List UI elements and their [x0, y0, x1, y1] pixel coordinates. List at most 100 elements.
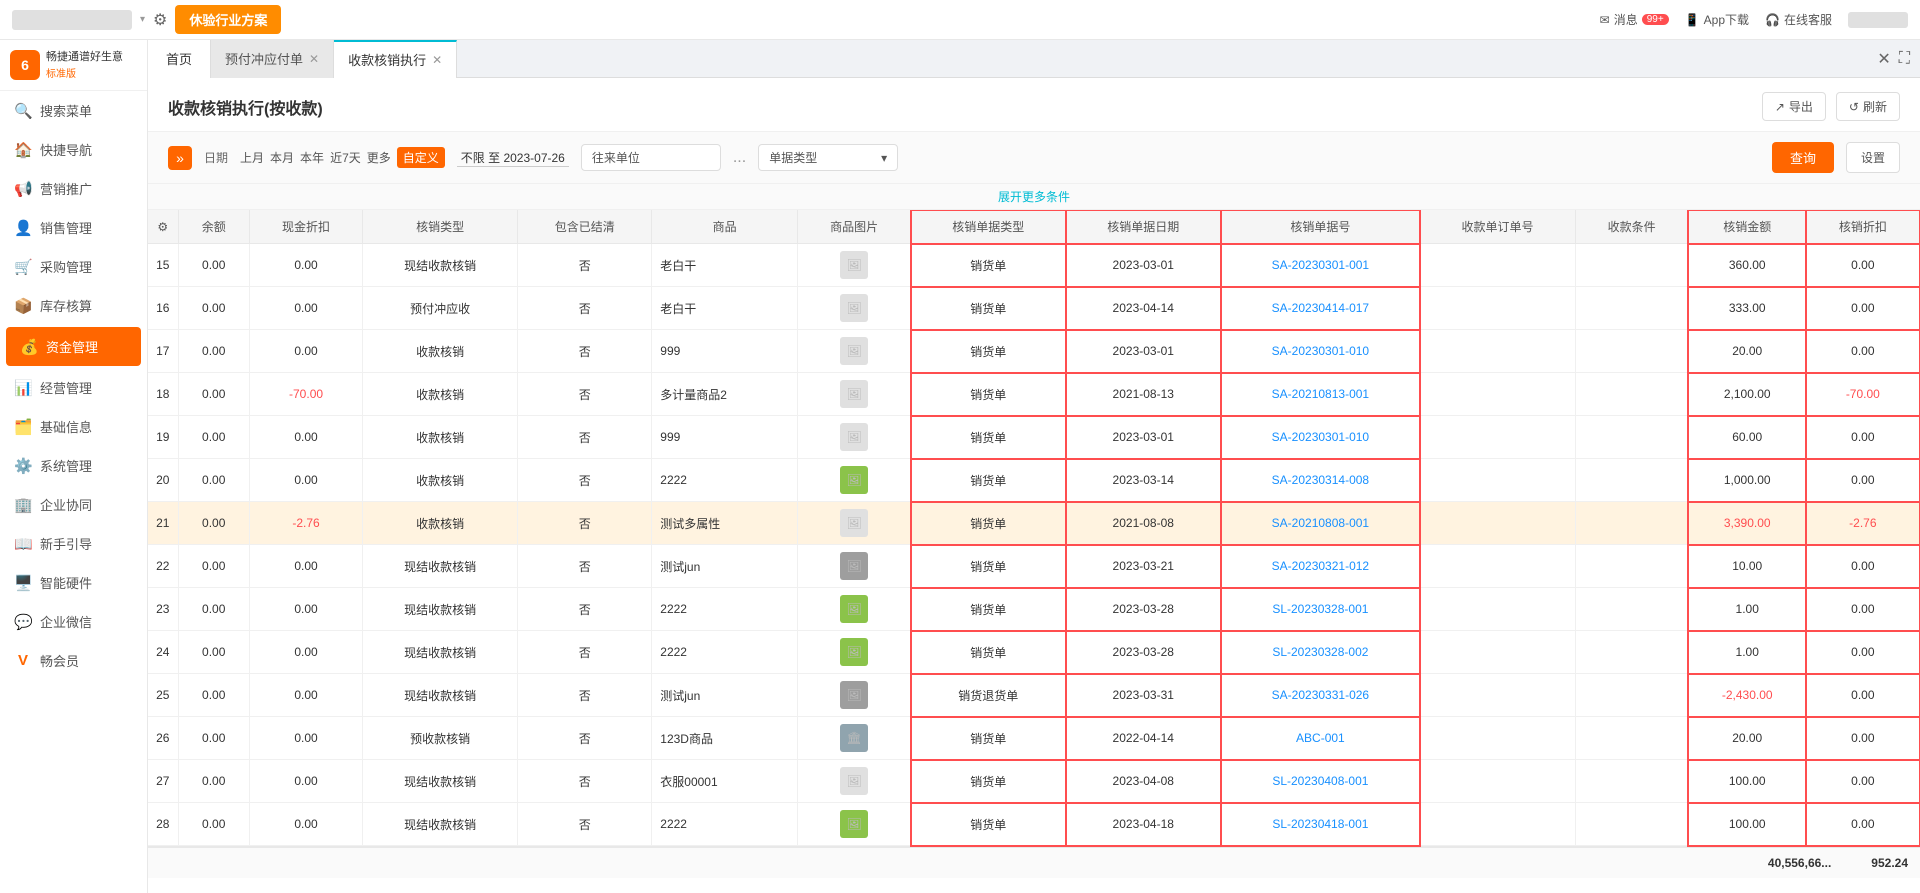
- cell-num: 16: [148, 287, 178, 330]
- cell-doc-no[interactable]: SA-20230314-008: [1221, 459, 1420, 502]
- sidebar-item-base[interactable]: 🗂️ 基础信息: [0, 407, 147, 446]
- message-badge: 99+: [1642, 14, 1669, 25]
- sidebar-item-inventory[interactable]: 📦 库存核算: [0, 286, 147, 325]
- messages-btn[interactable]: ✉ 消息 99+: [1600, 11, 1669, 28]
- app-download-btn[interactable]: 📱 App下载: [1685, 11, 1749, 28]
- member-icon: V: [14, 652, 32, 669]
- col-product: 商品: [652, 210, 798, 244]
- settings-icon[interactable]: ⚙: [153, 10, 167, 30]
- cell-cash-discount: 0.00: [249, 760, 362, 803]
- sidebar-item-corp-collab[interactable]: 🏢 企业协同: [0, 485, 147, 524]
- main-area: 首页 预付冲应付单 ✕ 收款核销执行 ✕ ✕ ⛶ 收款核销执行(按收款) ↗: [148, 40, 1920, 893]
- tab-home[interactable]: 首页: [148, 40, 211, 78]
- sidebar-item-sys[interactable]: ⚙️ 系统管理: [0, 446, 147, 485]
- sidebar-item-marketing[interactable]: 📢 营销推广: [0, 169, 147, 208]
- date-last-month[interactable]: 上月: [240, 149, 264, 166]
- filter-dots[interactable]: ...: [733, 149, 746, 167]
- sidebar-item-finance[interactable]: 💰 资金管理: [6, 327, 141, 366]
- logo-name: 畅捷通谱好生意: [46, 50, 123, 64]
- date-this-month[interactable]: 本月: [270, 149, 294, 166]
- cell-product-img: 🖼: [798, 631, 911, 674]
- cell-product: 999: [652, 330, 798, 373]
- cell-product: 999: [652, 416, 798, 459]
- tab-receipt-cancel[interactable]: 收款核销执行 ✕: [334, 40, 457, 78]
- cell-receipt-cond: [1575, 717, 1688, 760]
- cell-doc-no[interactable]: SA-20230301-001: [1221, 244, 1420, 287]
- cell-amount: 60.00: [1688, 416, 1806, 459]
- tab-prepay[interactable]: 预付冲应付单 ✕: [211, 40, 334, 78]
- cell-doc-type: 销货单: [911, 416, 1066, 459]
- cell-doc-no[interactable]: SA-20230331-026: [1221, 674, 1420, 717]
- inventory-icon: 📦: [14, 297, 32, 315]
- cell-num: 17: [148, 330, 178, 373]
- voucher-type-input[interactable]: 单据类型 ▾: [758, 144, 898, 171]
- cell-product: 衣服00001: [652, 760, 798, 803]
- newbie-icon: 📖: [14, 535, 32, 553]
- col-settings[interactable]: ⚙: [148, 210, 178, 244]
- sidebar-item-search-menu[interactable]: 🔍 搜索菜单: [0, 91, 147, 130]
- date-7-days[interactable]: 近7天: [330, 149, 361, 166]
- date-this-year[interactable]: 本年: [300, 149, 324, 166]
- cell-balance: 0.00: [178, 674, 249, 717]
- cell-doc-type: 销货单: [911, 287, 1066, 330]
- industry-btn[interactable]: 休验行业方案: [175, 5, 281, 34]
- sidebar-item-sales[interactable]: 👤 销售管理: [0, 208, 147, 247]
- partner-input[interactable]: 往来单位: [581, 144, 721, 171]
- cell-num: 19: [148, 416, 178, 459]
- quick-nav-icon: 🏠: [14, 141, 32, 159]
- filter-settings-btn[interactable]: 设置: [1846, 142, 1900, 173]
- sidebar-item-smart-hw[interactable]: 🖥️ 智能硬件: [0, 563, 147, 602]
- cell-receipt-order: [1420, 588, 1575, 631]
- cell-doc-date: 2023-03-28: [1066, 631, 1221, 674]
- cell-doc-date: 2023-03-01: [1066, 244, 1221, 287]
- cell-doc-no[interactable]: ABC-001: [1221, 717, 1420, 760]
- cell-num: 22: [148, 545, 178, 588]
- cell-doc-no[interactable]: SA-20230301-010: [1221, 416, 1420, 459]
- date-range-value: 不限 至 2023-07-26: [457, 149, 569, 167]
- expand-more-btn[interactable]: 展开更多条件: [998, 190, 1070, 204]
- date-custom[interactable]: 自定义: [397, 147, 445, 168]
- sidebar-item-purchase[interactable]: 🛒 采购管理: [0, 247, 147, 286]
- cell-settled: 否: [518, 330, 652, 373]
- cell-settled: 否: [518, 674, 652, 717]
- cell-product-img: 🖼: [798, 330, 911, 373]
- query-btn[interactable]: 查询: [1772, 142, 1834, 173]
- phone-icon: 📱: [1685, 13, 1700, 27]
- cell-doc-no[interactable]: SL-20230418-001: [1221, 803, 1420, 846]
- cell-product: 2222: [652, 588, 798, 631]
- cell-doc-no[interactable]: SL-20230328-002: [1221, 631, 1420, 674]
- date-label: 日期: [204, 149, 228, 166]
- sidebar-item-label: 库存核算: [40, 296, 92, 315]
- sidebar-item-label: 经营管理: [40, 378, 92, 397]
- main-layout: 6 畅捷通谱好生意 标准版 🔍 搜索菜单 🏠 快捷导航 📢 营销推广 👤 销售管…: [0, 40, 1920, 893]
- cell-doc-no[interactable]: SL-20230328-001: [1221, 588, 1420, 631]
- sidebar-item-corp-wechat[interactable]: 💬 企业微信: [0, 602, 147, 641]
- cell-doc-no[interactable]: SL-20230408-001: [1221, 760, 1420, 803]
- sidebar-item-biz[interactable]: 📊 经营管理: [0, 368, 147, 407]
- cell-type: 收款核销: [363, 459, 518, 502]
- date-more[interactable]: 更多: [367, 149, 391, 166]
- cell-doc-no[interactable]: SA-20230414-017: [1221, 287, 1420, 330]
- sidebar-item-newbie[interactable]: 📖 新手引导: [0, 524, 147, 563]
- tab-receipt-cancel-close[interactable]: ✕: [432, 53, 442, 67]
- expand-icon[interactable]: ⛶: [1899, 50, 1910, 68]
- export-btn[interactable]: ↗ 导出: [1762, 92, 1826, 121]
- sidebar-item-label: 企业微信: [40, 612, 92, 631]
- cell-balance: 0.00: [178, 330, 249, 373]
- sidebar-item-member[interactable]: V 畅会员: [0, 641, 147, 680]
- cell-doc-no[interactable]: SA-20210813-001: [1221, 373, 1420, 416]
- table-header-row: ⚙ 余额 现金折扣 核销类型 包含已结清 商品 商品图片 核销单据类型 核销单据…: [148, 210, 1920, 244]
- cell-doc-no[interactable]: SA-20230301-010: [1221, 330, 1420, 373]
- page-content: 收款核销执行(按收款) ↗ 导出 ↺ 刷新 » 日期 上月: [148, 78, 1920, 893]
- cell-doc-no[interactable]: SA-20230321-012: [1221, 545, 1420, 588]
- tab-prepay-close[interactable]: ✕: [309, 52, 319, 66]
- cell-doc-type: 销货单: [911, 803, 1066, 846]
- page-header: 收款核销执行(按收款) ↗ 导出 ↺ 刷新: [148, 78, 1920, 132]
- refresh-btn[interactable]: ↺ 刷新: [1836, 92, 1900, 121]
- cell-doc-no[interactable]: SA-20210808-001: [1221, 502, 1420, 545]
- cell-cash-discount: -2.76: [249, 502, 362, 545]
- sidebar-item-quick-nav[interactable]: 🏠 快捷导航: [0, 130, 147, 169]
- filter-expand-arrow[interactable]: »: [168, 146, 192, 170]
- close-all-icon[interactable]: ✕: [1877, 49, 1890, 69]
- online-service-btn[interactable]: 🎧 在线客服: [1765, 11, 1832, 28]
